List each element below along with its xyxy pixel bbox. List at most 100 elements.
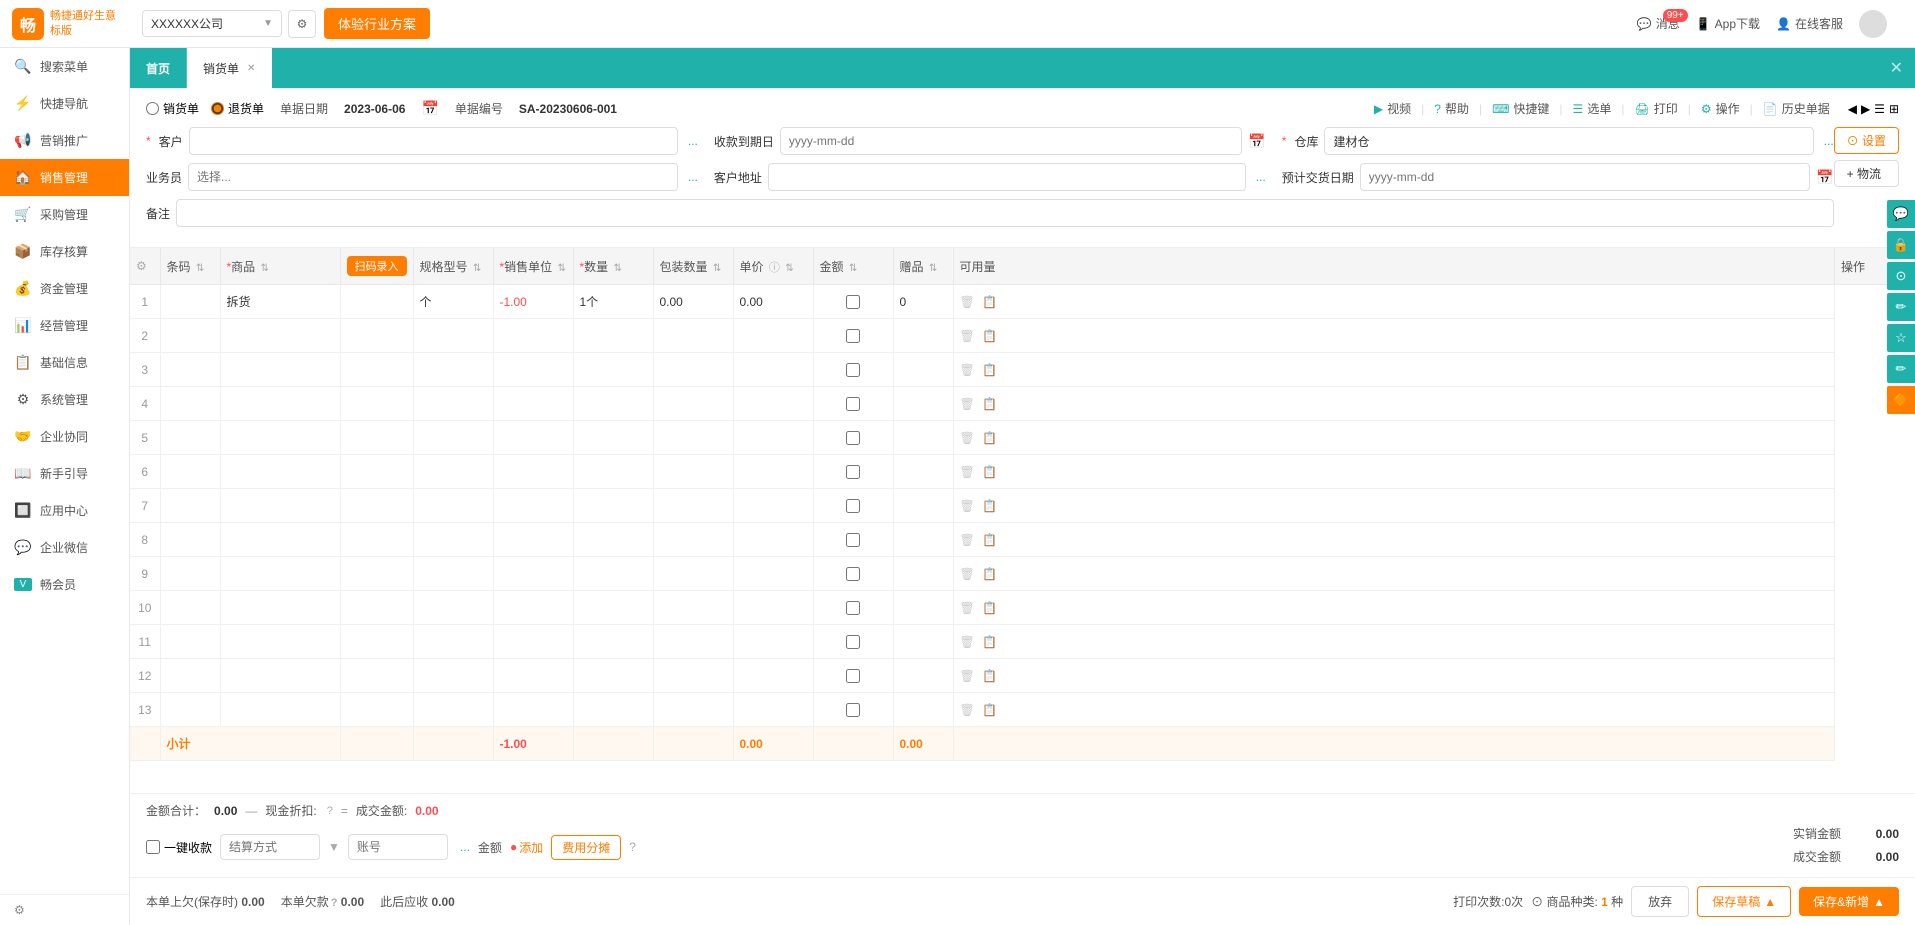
delete-row-icon[interactable]: 🗑 [960,329,975,343]
history-action[interactable]: 📄 历史单据 [1763,100,1830,117]
cell-price[interactable] [653,353,733,387]
cell-price[interactable] [653,421,733,455]
delete-row-icon[interactable]: 🗑 [960,567,975,581]
copy-row-icon[interactable]: 📋 [982,533,997,547]
copy-row-icon[interactable]: 📋 [982,567,997,581]
copy-row-icon[interactable]: 📋 [982,635,997,649]
cell-qty[interactable] [493,387,573,421]
cell-qty[interactable] [493,319,573,353]
cell-barcode[interactable] [160,591,220,625]
cell-barcode[interactable] [160,693,220,727]
account-input[interactable] [348,834,448,860]
cell-barcode[interactable] [160,557,220,591]
delete-row-icon[interactable]: 🗑 [960,669,975,683]
customer-address-input[interactable] [768,163,1246,191]
cell-qty[interactable] [493,489,573,523]
shortcut-action[interactable]: ⌨ 快捷键 [1492,100,1549,117]
cell-gift[interactable] [813,659,893,693]
copy-row-icon[interactable]: 📋 [982,703,997,717]
cell-spec[interactable] [340,285,413,319]
add-payment-button[interactable]: ● 添加 [510,839,543,856]
cell-spec[interactable] [340,353,413,387]
cell-qty[interactable] [493,693,573,727]
cell-barcode[interactable] [160,319,220,353]
cell-gift[interactable] [813,625,893,659]
settings-button[interactable]: ⊙ 设置 [1834,127,1899,154]
sidebar-item-marketing[interactable]: 📢 营销推广 [0,122,129,159]
cell-price[interactable] [653,523,733,557]
cell-price[interactable] [653,625,733,659]
cell-spec[interactable] [340,387,413,421]
float-pen-button[interactable]: ✏ [1887,355,1915,383]
debt-info-icon[interactable]: ? [331,897,338,909]
help-action[interactable]: ? 帮助 [1434,100,1469,117]
copy-row-icon[interactable]: 📋 [982,601,997,615]
warehouse-input[interactable] [1324,127,1813,155]
cell-qty[interactable] [493,455,573,489]
address-dots[interactable]: ... [1256,170,1266,184]
cell-gift[interactable] [813,557,893,591]
settlement-input[interactable] [220,834,320,860]
settlement-dropdown-icon[interactable]: ▼ [328,840,340,854]
cell-gift[interactable] [813,489,893,523]
delete-row-icon[interactable]: 🗑 [960,601,975,615]
float-edit-button[interactable]: ✏ [1887,293,1915,321]
cell-barcode[interactable] [160,625,220,659]
cell-gift[interactable] [813,353,893,387]
sidebar-item-guide[interactable]: 📖 新手引导 [0,455,129,492]
sidebar-item-system[interactable]: ⚙ 系统管理 [0,381,129,418]
expense-help-icon[interactable]: ? [629,840,636,854]
next-icon[interactable]: ▶ [1861,102,1870,116]
price-info-icon[interactable]: ⓘ [769,262,780,274]
cell-spec[interactable] [340,489,413,523]
delete-row-icon[interactable]: 🗑 [960,533,975,547]
copy-row-icon[interactable]: 📋 [982,397,997,411]
sidebar-item-quick-nav[interactable]: ⚡ 快捷导航 [0,85,129,122]
sidebar-item-app-center[interactable]: 🔲 应用中心 [0,492,129,529]
delete-row-icon[interactable]: 🗑 [960,635,975,649]
delete-row-icon[interactable]: 🗑 [960,295,975,309]
sidebar-item-search[interactable]: 🔍 搜索菜单 [0,48,129,85]
salesperson-dots[interactable]: ... [688,170,698,184]
save-draft-button[interactable]: 保存草稿 ▲ [1697,886,1791,917]
cell-price[interactable]: 0.00 [653,285,733,319]
online-service-button[interactable]: 👤 在线客服 [1776,15,1843,32]
cell-gift[interactable] [813,693,893,727]
one-click-payment-checkbox[interactable]: 一键收款 [146,839,212,856]
operate-action[interactable]: ⚙ 操作 [1701,100,1740,117]
cell-barcode[interactable] [160,421,220,455]
scan-button[interactable]: 扫码录入 [347,256,407,276]
company-selector[interactable]: XXXXXX公司 ▼ [142,10,282,37]
copy-row-icon[interactable]: 📋 [982,465,997,479]
discount-info-icon[interactable]: ? [327,805,333,817]
cell-qty[interactable] [493,353,573,387]
cell-gift[interactable] [813,319,893,353]
cell-price[interactable] [653,557,733,591]
cell-barcode[interactable] [160,353,220,387]
cell-spec[interactable] [340,625,413,659]
avatar[interactable] [1859,10,1887,38]
save-draft-dropdown-icon[interactable]: ▲ [1764,895,1776,909]
sidebar-item-enterprise[interactable]: 🤝 企业协同 [0,418,129,455]
sidebar-settings-button[interactable]: ⚙ [0,895,129,925]
cell-barcode[interactable] [160,489,220,523]
goods-type-icon[interactable]: ⊙ 商品种类: 1 种 [1531,893,1623,910]
warehouse-dots[interactable]: ... [1824,134,1834,148]
sidebar-item-purchase[interactable]: 🛒 采购管理 [0,196,129,233]
close-tab-icon[interactable]: ✕ [247,63,255,74]
delete-row-icon[interactable]: 🗑 [960,703,975,717]
expected-date-input[interactable] [1360,163,1810,191]
copy-row-icon[interactable]: 📋 [982,499,997,513]
sidebar-item-finance[interactable]: 💰 资金管理 [0,270,129,307]
customer-dots[interactable]: ... [688,134,698,148]
cell-qty[interactable] [493,523,573,557]
account-dots[interactable]: ... [460,840,470,854]
cell-gift[interactable] [813,387,893,421]
cell-spec[interactable] [340,557,413,591]
radio-sales-order[interactable]: 销货单 [146,100,199,117]
cell-qty[interactable] [493,659,573,693]
customer-input[interactable] [189,127,678,155]
cell-gift[interactable] [813,421,893,455]
float-star-button[interactable]: ☆ [1887,324,1915,352]
cell-gift[interactable] [813,523,893,557]
